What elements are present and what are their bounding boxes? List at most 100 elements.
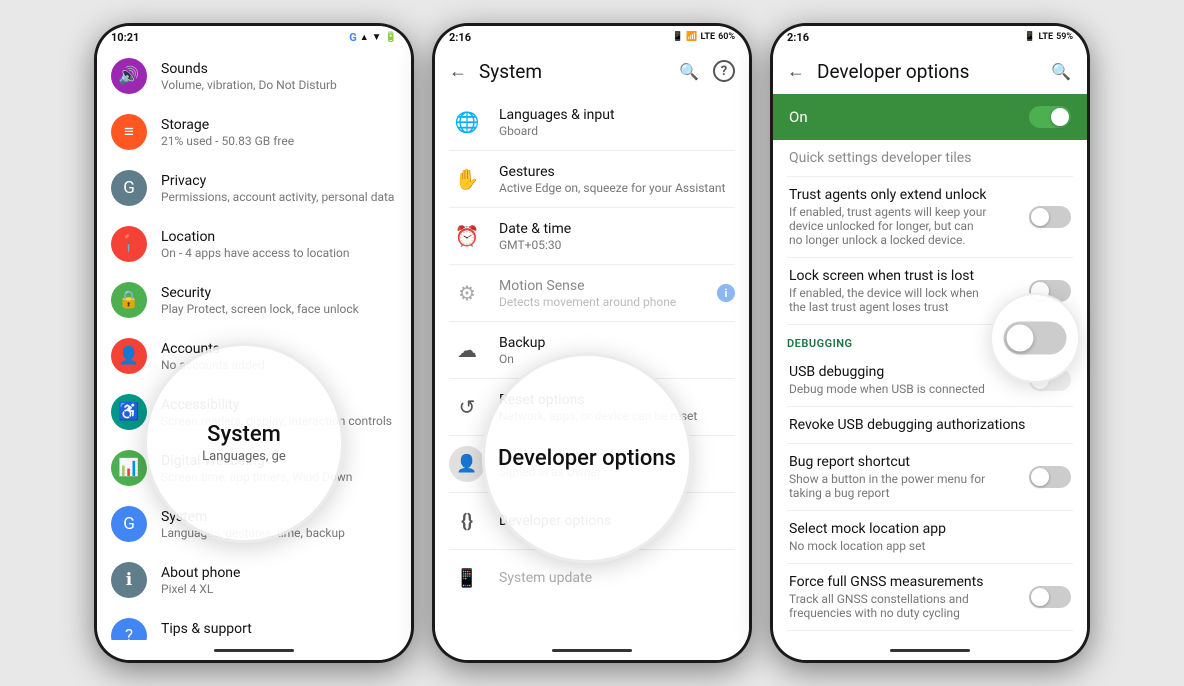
dev-item-title: Revoke USB debugging authorizations bbox=[789, 417, 1071, 433]
dev-item-content: Bug report shortcut Show a button in the… bbox=[789, 454, 1029, 500]
setting-text: System update bbox=[499, 570, 735, 586]
setting-subtitle: Languages, gestures, time, backup bbox=[161, 526, 397, 540]
system-icon: G bbox=[111, 506, 147, 542]
setting-text: Tips & support Help articles, phone & ch… bbox=[161, 621, 397, 641]
setting-text: Accounts No accounts added bbox=[161, 341, 397, 372]
bottom-bar-1 bbox=[97, 640, 411, 660]
setting-title: System update bbox=[499, 570, 735, 586]
list-item[interactable]: ℹ About phone Pixel 4 XL bbox=[97, 552, 411, 608]
list-item[interactable]: 👤 Accounts No accounts added bbox=[97, 328, 411, 384]
list-item[interactable]: Select mock location app No mock locatio… bbox=[773, 511, 1087, 563]
list-item[interactable]: ? Tips & support Help articles, phone & … bbox=[97, 608, 411, 640]
system-update-icon: 📱 bbox=[449, 560, 485, 596]
list-item[interactable]: Lock screen when trust is lost If enable… bbox=[773, 258, 1087, 324]
setting-title: Digital Wellbeing bbox=[161, 453, 397, 469]
setting-text: Multiple users Signed in as Owner bbox=[499, 449, 735, 479]
list-item[interactable]: Quick settings developer tiles bbox=[773, 140, 1087, 176]
dev-item-content: Lock screen when trust is lost If enable… bbox=[789, 268, 1029, 314]
digital-wellbeing-icon: 📊 bbox=[111, 450, 147, 486]
toggle-thumb bbox=[1031, 282, 1049, 300]
list-item[interactable]: Bug report shortcut Show a button in the… bbox=[773, 444, 1087, 510]
list-item[interactable]: 📊 Digital Wellbeing Screen time, app tim… bbox=[97, 440, 411, 496]
list-item[interactable]: 📍 Location On - 4 apps have access to lo… bbox=[97, 216, 411, 272]
lte-icon3: LTE bbox=[1039, 32, 1054, 42]
list-item[interactable]: ☁ Backup On bbox=[435, 322, 749, 378]
list-item[interactable]: ≡ Storage 21% used - 50.83 GB free bbox=[97, 104, 411, 160]
gnss-toggle[interactable] bbox=[1029, 586, 1071, 608]
multiple-users-item[interactable]: 👤 Multiple users Signed in as Owner bbox=[435, 436, 749, 492]
google-icon: G bbox=[349, 31, 357, 44]
search-button-2[interactable]: 🔍 bbox=[677, 59, 701, 83]
location-icon: 📍 bbox=[111, 226, 147, 262]
list-item[interactable]: ⚙ Motion Sense Detects movement around p… bbox=[435, 265, 749, 321]
accounts-icon: 👤 bbox=[111, 338, 147, 374]
setting-title: Gestures bbox=[499, 164, 735, 180]
toolbar-title-3: Developer options bbox=[817, 60, 1049, 83]
help-button-2[interactable]: ? bbox=[713, 60, 735, 82]
setting-text: About phone Pixel 4 XL bbox=[161, 565, 397, 596]
bottom-indicator bbox=[214, 649, 294, 652]
list-item[interactable]: 🔊 Sounds Volume, vibration, Do Not Distu… bbox=[97, 48, 411, 104]
list-item[interactable]: Revoke USB debugging authorizations bbox=[773, 407, 1087, 443]
list-item[interactable]: 🌐 Languages & input Gboard bbox=[435, 94, 749, 150]
bug-report-toggle[interactable] bbox=[1029, 466, 1071, 488]
bottom-indicator-3 bbox=[890, 649, 970, 652]
dev-item-content: Trust agents only extend unlock If enabl… bbox=[789, 187, 1029, 247]
setting-subtitle: On - 4 apps have access to location bbox=[161, 246, 397, 260]
lte-icon: LTE bbox=[701, 32, 716, 42]
toggle-thumb bbox=[1031, 371, 1049, 389]
setting-subtitle: On bbox=[499, 352, 735, 366]
list-item[interactable]: 🔒 Security Play Protect, screen lock, fa… bbox=[97, 272, 411, 328]
trust-agents-toggle[interactable] bbox=[1029, 206, 1071, 228]
list-item[interactable]: G Privacy Permissions, account activity,… bbox=[97, 160, 411, 216]
back-button-2[interactable]: ← bbox=[449, 61, 467, 82]
time-1: 10:21 bbox=[111, 31, 139, 44]
setting-text: Gestures Active Edge on, squeeze for you… bbox=[499, 164, 735, 195]
system-update-item[interactable]: 📱 System update bbox=[435, 550, 749, 606]
setting-text: Reset options Network, apps, or device c… bbox=[499, 392, 735, 423]
list-item[interactable]: Enable view attribute inspection bbox=[773, 631, 1087, 640]
setting-subtitle: 21% used - 50.83 GB free bbox=[161, 134, 397, 148]
signal-icon: ▲ bbox=[360, 32, 369, 43]
datetime-icon: ⏰ bbox=[449, 218, 485, 254]
setting-subtitle: GMT+05:30 bbox=[499, 238, 735, 252]
battery-icon2: 60% bbox=[718, 32, 735, 42]
list-item[interactable]: Force full GNSS measurements Track all G… bbox=[773, 564, 1087, 630]
list-item[interactable]: G System Languages, gestures, time, back… bbox=[97, 496, 411, 552]
signal-icon: 📶 bbox=[686, 32, 697, 42]
dev-item-sub: Show a button in the power menu for taki… bbox=[789, 472, 989, 500]
developer-options-item[interactable]: {} Developer options bbox=[435, 493, 749, 549]
setting-text: Digital Wellbeing Screen time, app timer… bbox=[161, 453, 397, 484]
dev-item-title: Force full GNSS measurements bbox=[789, 574, 1029, 590]
dev-item-row: Trust agents only extend unlock If enabl… bbox=[789, 187, 1071, 247]
setting-title: About phone bbox=[161, 565, 397, 581]
status-icons-1: G ▲ ▼ 🔋 bbox=[349, 31, 397, 44]
lock-screen-toggle[interactable] bbox=[1029, 280, 1071, 302]
list-item[interactable]: Trust agents only extend unlock If enabl… bbox=[773, 177, 1087, 257]
list-item[interactable]: ↺ Reset options Network, apps, or device… bbox=[435, 379, 749, 435]
setting-title: Tips & support bbox=[161, 621, 397, 637]
phone-3: 2:16 📱 LTE 59% ← Developer options 🔍 On bbox=[770, 23, 1090, 663]
search-button-3[interactable]: 🔍 bbox=[1049, 59, 1073, 83]
people-icon: 👤 bbox=[449, 446, 485, 482]
setting-subtitle: Screen time, app timers, Wind Down bbox=[161, 470, 397, 484]
dev-item-content: USB debugging Debug mode when USB is con… bbox=[789, 364, 1029, 396]
list-item[interactable]: ⏰ Date & time GMT+05:30 bbox=[435, 208, 749, 264]
usb-debug-toggle[interactable] bbox=[1029, 369, 1071, 391]
dev-item-sub: Track all GNSS constellations and freque… bbox=[789, 592, 989, 620]
languages-icon: 🌐 bbox=[449, 104, 485, 140]
usb-debugging-item[interactable]: USB debugging Debug mode when USB is con… bbox=[773, 354, 1087, 406]
setting-text: Privacy Permissions, account activity, p… bbox=[161, 173, 397, 204]
list-item[interactable]: ✋ Gestures Active Edge on, squeeze for y… bbox=[435, 151, 749, 207]
dev-item-title: Bug report shortcut bbox=[789, 454, 1029, 470]
toolbar-title-2: System bbox=[479, 60, 677, 83]
setting-title: Storage bbox=[161, 117, 397, 133]
wifi-icon: ▼ bbox=[372, 32, 382, 43]
motion-icon: ⚙ bbox=[449, 275, 485, 311]
setting-title: Accessibility bbox=[161, 397, 397, 413]
list-item[interactable]: ♿ Accessibility Screen readers, display,… bbox=[97, 384, 411, 440]
dev-on-toggle[interactable] bbox=[1029, 106, 1071, 128]
dev-on-label: On bbox=[789, 108, 808, 126]
back-button-3[interactable]: ← bbox=[787, 61, 805, 82]
dev-item-sub: No mock location app set bbox=[789, 539, 989, 553]
